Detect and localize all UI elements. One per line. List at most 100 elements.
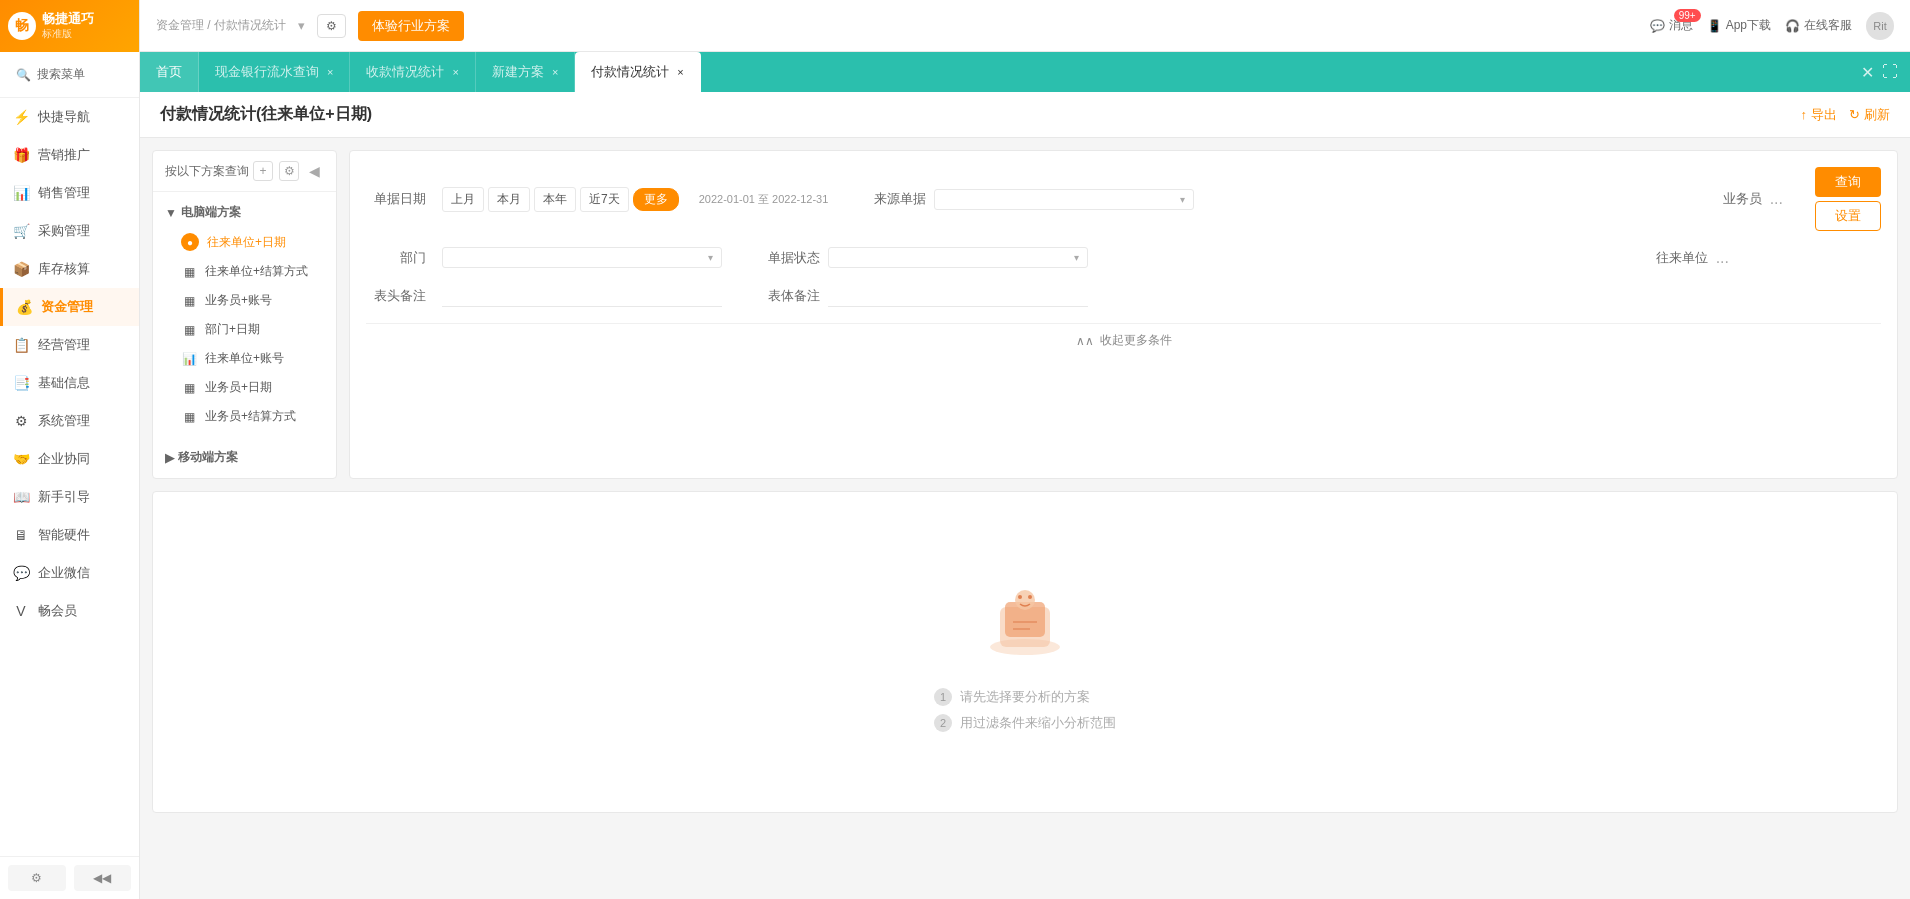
avatar[interactable]: Rit — [1866, 12, 1894, 40]
last-7-days-btn[interactable]: 近7天 — [580, 187, 629, 212]
source-filter-col: 来源单据 ▾ — [874, 189, 1676, 210]
chevron-up-icon: ∧∧ — [1076, 334, 1094, 348]
mobile-scheme-group: ▶ 移动端方案 — [153, 437, 336, 478]
expand-tabs-btn[interactable]: ⛶ — [1882, 63, 1898, 81]
headset-icon: 🎧 — [1785, 19, 1800, 33]
empty-tip-1: 1 请先选择要分析的方案 — [934, 688, 1116, 706]
nav-label-marketing: 营销推广 — [38, 146, 90, 164]
sidebar-item-quick-nav[interactable]: ⚡快捷导航 — [0, 98, 139, 136]
sidebar-item-wechat[interactable]: 💬企业微信 — [0, 554, 139, 592]
mobile-scheme-group-header[interactable]: ▶ 移动端方案 — [153, 443, 336, 472]
unit-label: 往来单位 — [1656, 249, 1708, 267]
staff-more-btn[interactable]: ... — [1770, 190, 1783, 208]
refresh-label: 刷新 — [1864, 106, 1890, 124]
body-note-input[interactable] — [828, 284, 1088, 307]
tab-receivables[interactable]: 收款情况统计× — [350, 52, 475, 92]
sidebar-item-business[interactable]: 📋经营管理 — [0, 326, 139, 364]
nav-label-finance: 资金管理 — [41, 298, 93, 316]
scheme-settings-btn[interactable]: ⚙ — [279, 161, 299, 181]
last-month-btn[interactable]: 上月 — [442, 187, 484, 212]
scheme-item-unit-settle[interactable]: ▦ 往来单位+结算方式 — [153, 257, 336, 286]
trial-btn[interactable]: 体验行业方案 — [358, 11, 464, 41]
breadcrumb: 资金管理 / 付款情况统计 — [156, 17, 286, 34]
tip-1-num: 1 — [934, 688, 952, 706]
scheme-item-staff-account[interactable]: ▦ 业务员+账号 — [153, 286, 336, 315]
notifications-badge: 99+ — [1674, 9, 1701, 22]
nav-label-guide: 新手引导 — [38, 488, 90, 506]
dept-select[interactable]: ▾ — [442, 247, 722, 268]
query-actions: 查询 设置 — [1815, 167, 1881, 231]
tab-bank-flow[interactable]: 现金银行流水查询× — [199, 52, 350, 92]
sidebar-item-hardware[interactable]: 🖥智能硬件 — [0, 516, 139, 554]
tab-close-new-scheme[interactable]: × — [552, 66, 558, 78]
sidebar-item-guide[interactable]: 📖新手引导 — [0, 478, 139, 516]
notifications-btn[interactable]: 💬 消息 99+ — [1650, 17, 1693, 34]
tabbar-actions: ✕ ⛶ — [1861, 63, 1910, 82]
topbar-dropdown-arrow[interactable]: ▾ — [298, 18, 305, 33]
query-btn[interactable]: 查询 — [1815, 167, 1881, 197]
app-download-label: App下载 — [1726, 17, 1771, 34]
customer-service-btn[interactable]: 🎧 在线客服 — [1785, 17, 1852, 34]
tab-close-payment-stats[interactable]: × — [677, 66, 683, 78]
unit-filter-col: 往来单位 ... — [1656, 249, 1729, 267]
this-month-btn[interactable]: 本月 — [488, 187, 530, 212]
nav-icon-sales: 📊 — [12, 184, 30, 202]
app-download-btn[interactable]: 📱 App下载 — [1707, 17, 1771, 34]
unit-more-btn[interactable]: ... — [1716, 249, 1729, 267]
sidebar-item-system[interactable]: ⚙系统管理 — [0, 402, 139, 440]
scheme-collapse-btn[interactable]: ◀ — [305, 163, 324, 179]
scheme-item-unit-date[interactable]: ● 往来单位+日期 — [153, 227, 336, 257]
nav-icon-inventory: 📦 — [12, 260, 30, 278]
export-btn[interactable]: ↑ 导出 — [1801, 106, 1838, 124]
search-menu-item[interactable]: 🔍 搜索菜单 — [8, 60, 131, 89]
source-select[interactable]: ▾ — [934, 189, 1194, 210]
nav-icon-finance: 💰 — [15, 298, 33, 316]
filter-settings-btn[interactable]: 设置 — [1815, 201, 1881, 231]
tab-home[interactable]: 首页 — [140, 52, 199, 92]
sidebar-item-basic[interactable]: 📑基础信息 — [0, 364, 139, 402]
scheme-item-dept-date[interactable]: ▦ 部门+日期 — [153, 315, 336, 344]
doc-status-select[interactable]: ▾ — [828, 247, 1088, 268]
add-scheme-btn[interactable]: + — [253, 161, 273, 181]
tab-close-receivables[interactable]: × — [452, 66, 458, 78]
nav-icon-hardware: 🖥 — [12, 526, 30, 544]
page-header: 付款情况统计(往来单位+日期) ↑ 导出 ↻ 刷新 — [140, 92, 1910, 138]
date-label: 单据日期 — [366, 190, 426, 208]
sidebar-collapse-btn[interactable]: ◀◀ — [74, 865, 132, 891]
sidebar-item-enterprise[interactable]: 🤝企业协同 — [0, 440, 139, 478]
scheme-item-label: 业务员+结算方式 — [205, 408, 296, 425]
topbar-gear-btn[interactable]: ⚙ — [317, 14, 346, 38]
sidebar-item-marketing[interactable]: 🎁营销推广 — [0, 136, 139, 174]
sidebar-item-finance[interactable]: 💰 资金管理 — [0, 288, 139, 326]
sidebar-item-purchase[interactable]: 🛒采购管理 — [0, 212, 139, 250]
sidebar-nav: ⚡快捷导航🎁营销推广📊销售管理🛒采购管理📦库存核算 💰 资金管理 📋经营管理📑基础信息… — [0, 98, 139, 856]
scheme-item-staff-date[interactable]: ▦ 业务员+日期 — [153, 373, 336, 402]
scheme-item-staff-settle[interactable]: ▦ 业务员+结算方式 — [153, 402, 336, 431]
sidebar-item-inventory[interactable]: 📦库存核算 — [0, 250, 139, 288]
this-year-btn[interactable]: 本年 — [534, 187, 576, 212]
svg-point-4 — [1018, 595, 1022, 599]
nav-label-purchase: 采购管理 — [38, 222, 90, 240]
topbar: 资金管理 / 付款情况统计 ▾ ⚙ 体验行业方案 💬 消息 99+ 📱 App下… — [140, 0, 1910, 52]
chevron-down-icon: ▾ — [1180, 194, 1185, 205]
scheme-item-unit-account[interactable]: 📊 往来单位+账号 — [153, 344, 336, 373]
pc-scheme-group-header[interactable]: ▼ 电脑端方案 — [153, 198, 336, 227]
nav-icon-wechat: 💬 — [12, 564, 30, 582]
sidebar-item-member[interactable]: V畅会员 — [0, 592, 139, 630]
search-icon: 🔍 — [16, 68, 31, 82]
nav-label-quick-nav: 快捷导航 — [38, 108, 90, 126]
header-note-input[interactable] — [442, 284, 722, 307]
sidebar-settings-btn[interactable]: ⚙ — [8, 865, 66, 891]
tab-new-scheme[interactable]: 新建方案× — [476, 52, 575, 92]
more-date-btn[interactable]: 更多 — [633, 188, 679, 211]
collapse-more-btn[interactable]: ∧∧ 收起更多条件 — [366, 323, 1881, 357]
doc-status-filter-col: 单据状态 ▾ — [768, 247, 1610, 268]
close-all-tabs-btn[interactable]: ✕ — [1861, 63, 1874, 82]
refresh-btn[interactable]: ↻ 刷新 — [1849, 106, 1890, 124]
sidebar-item-sales[interactable]: 📊销售管理 — [0, 174, 139, 212]
body-note-filter-col: 表体备注 — [768, 284, 1745, 307]
tab-close-bank-flow[interactable]: × — [327, 66, 333, 78]
tab-payment-stats[interactable]: 付款情况统计× — [575, 52, 700, 92]
staff-label: 业务员 — [1723, 190, 1762, 208]
svg-point-5 — [1028, 595, 1032, 599]
